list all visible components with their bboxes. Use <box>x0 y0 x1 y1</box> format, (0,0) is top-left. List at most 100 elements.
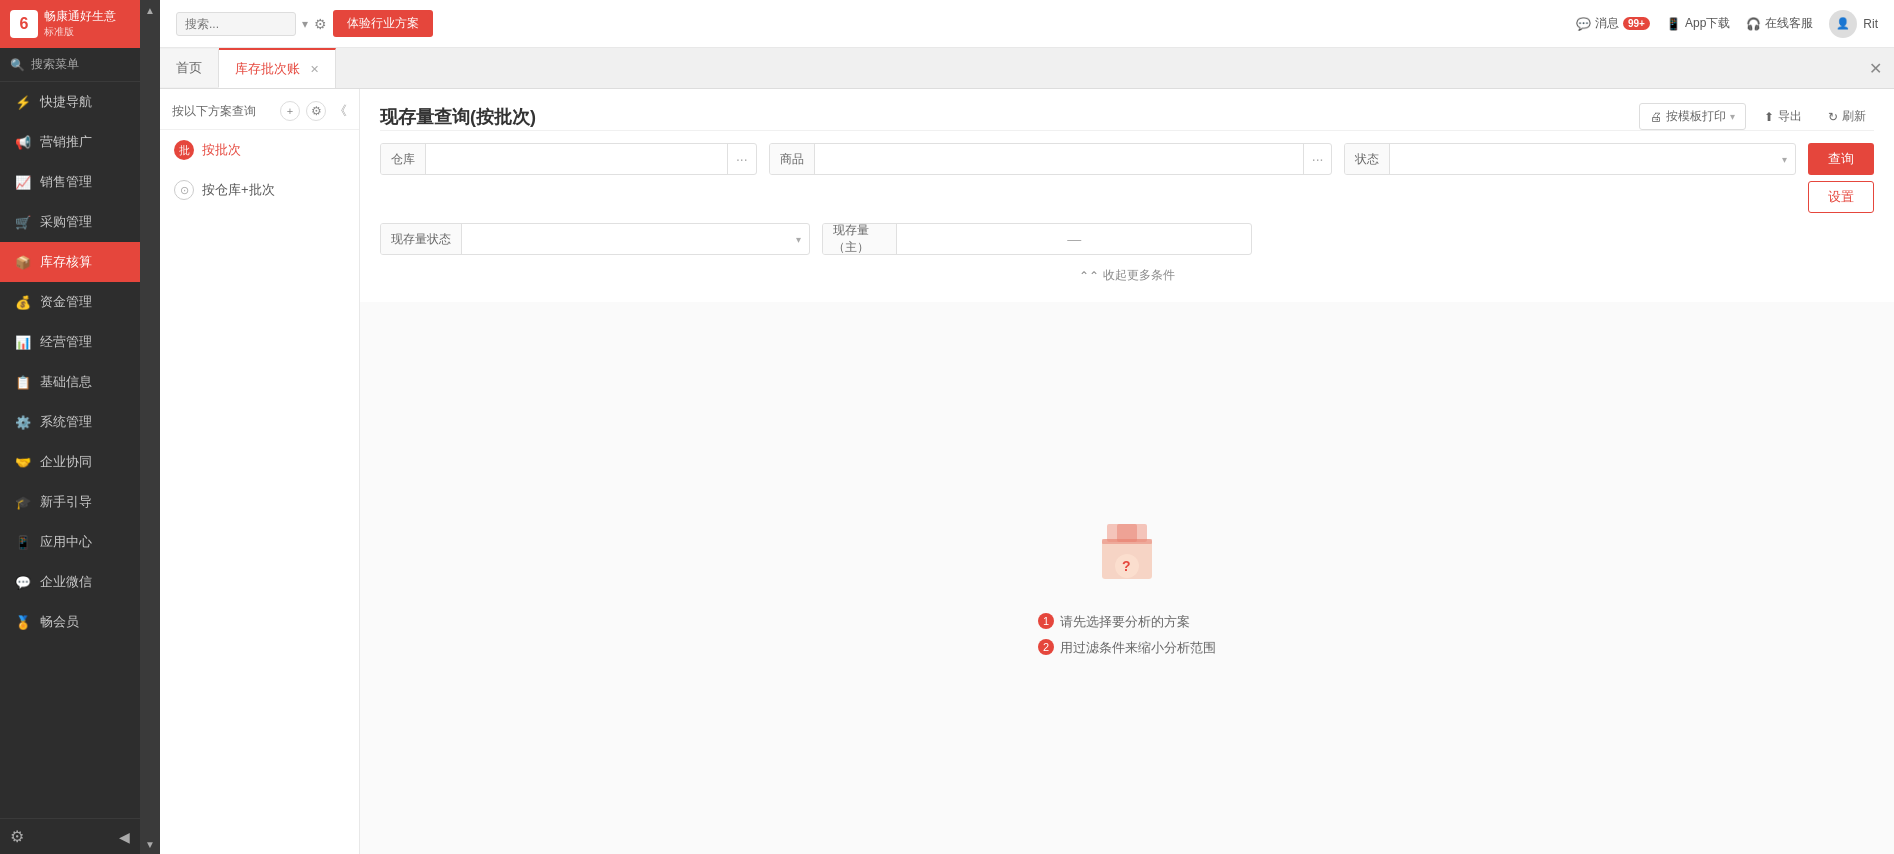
nav-label-marketing: 营销推广 <box>40 133 92 151</box>
refresh-label: 刷新 <box>1842 108 1866 125</box>
sidebar-item-wechat[interactable]: 💬企业微信 <box>0 562 140 602</box>
tab-batch-account-label: 库存批次账 <box>235 60 300 78</box>
print-btn[interactable]: 🖨 按模板打印 ▾ <box>1639 103 1746 130</box>
tabs-bar: 首页 库存批次账 ✕ ✕ <box>160 48 1894 89</box>
sidebar-item-inventory[interactable]: 📦库存核算 <box>0 242 140 282</box>
collapse-panel-btn[interactable]: 《 <box>334 102 347 120</box>
scheme-wh-batch-icon: ⊙ <box>174 180 194 200</box>
add-scheme-btn[interactable]: + <box>280 101 300 121</box>
experience-btn[interactable]: 体验行业方案 <box>333 10 433 37</box>
query-btn[interactable]: 查询 <box>1808 143 1874 175</box>
filter-scheme-by-batch[interactable]: 批 按批次 <box>160 130 359 170</box>
export-icon: ⬆ <box>1764 110 1774 124</box>
topbar-gear-icon[interactable]: ⚙ <box>314 16 327 32</box>
tab-batch-account[interactable]: 库存批次账 ✕ <box>219 48 336 88</box>
sidebar-item-marketing[interactable]: 📢营销推广 <box>0 122 140 162</box>
refresh-icon: ↻ <box>1828 110 1838 124</box>
tip-num-1: 1 <box>1038 613 1054 629</box>
stock-qty-sep: — <box>1063 231 1085 247</box>
svg-text:?: ? <box>1122 558 1131 574</box>
topbar-right: 💬 消息 99+ 📱 App下载 🎧 在线客服 👤 Rit <box>1576 10 1878 38</box>
sidebar-item-system[interactable]: ⚙️系统管理 <box>0 402 140 442</box>
scroll-down-arrow[interactable]: ▼ <box>140 834 160 854</box>
warehouse-more-btn[interactable]: ··· <box>727 144 756 174</box>
page-content: 按以下方案查询 + ⚙ 《 批 按批次 ⊙ 按仓库+批次 现存量查询(按批次) <box>160 89 1894 854</box>
empty-illustration: ? <box>1077 499 1177 599</box>
sidebar-search[interactable]: 🔍 搜索菜单 <box>0 48 140 82</box>
nav-label-basic: 基础信息 <box>40 373 92 391</box>
tab-home[interactable]: 首页 <box>160 49 219 87</box>
sidebar-item-purchase[interactable]: 🛒采购管理 <box>0 202 140 242</box>
nav-icon-appstore: 📱 <box>14 533 32 551</box>
messages-label: 消息 <box>1595 15 1619 32</box>
headset-icon: 🎧 <box>1746 17 1761 31</box>
sidebar-scrollbar: ▲ ▼ <box>140 0 160 854</box>
app-name-block: 畅康通好生意 标准版 <box>44 9 116 39</box>
collapse-sidebar-icon[interactable]: ◀ <box>119 829 130 845</box>
stock-qty-field: 现存量（主） — <box>822 223 1252 255</box>
online-service-btn[interactable]: 🎧 在线客服 <box>1746 15 1813 32</box>
svg-rect-3 <box>1102 539 1152 544</box>
page-title: 现存量查询(按批次) <box>380 105 536 129</box>
stock-qty-label: 现存量（主） <box>823 224 897 254</box>
topbar-search-input[interactable] <box>176 12 296 36</box>
sidebar-item-appstore[interactable]: 📱应用中心 <box>0 522 140 562</box>
sidebar-item-sales[interactable]: 📈销售管理 <box>0 162 140 202</box>
phone-icon: 📱 <box>1666 17 1681 31</box>
collapse-conditions-btn[interactable]: ⌃⌃ 收起更多条件 <box>380 261 1874 290</box>
stock-qty-to-input[interactable] <box>1085 232 1251 246</box>
settings-btn[interactable]: 设置 <box>1808 181 1874 213</box>
nav-icon-sales: 📈 <box>14 173 32 191</box>
warehouse-field: 仓库 ··· <box>380 143 757 175</box>
refresh-btn[interactable]: ↻ 刷新 <box>1820 104 1874 129</box>
nav-icon-operation: 📊 <box>14 333 32 351</box>
message-icon: 💬 <box>1576 17 1591 31</box>
scroll-up-arrow[interactable]: ▲ <box>140 0 160 20</box>
export-label: 导出 <box>1778 108 1802 125</box>
product-input[interactable] <box>815 152 1303 166</box>
messages-btn[interactable]: 💬 消息 99+ <box>1576 15 1650 32</box>
scheme-wh-batch-label: 按仓库+批次 <box>202 181 275 199</box>
user-profile-btn[interactable]: 👤 Rit <box>1829 10 1878 38</box>
app-download-btn[interactable]: 📱 App下载 <box>1666 15 1730 32</box>
sidebar-item-operation[interactable]: 📊经营管理 <box>0 322 140 362</box>
sidebar-item-basic[interactable]: 📋基础信息 <box>0 362 140 402</box>
tab-close-panel[interactable]: ✕ <box>1857 59 1894 78</box>
filter-conditions: 仓库 ··· 商品 ··· 状态 <box>360 131 1894 302</box>
stock-status-label: 现存量状态 <box>381 224 462 254</box>
sidebar-item-member[interactable]: 🏅畅会员 <box>0 602 140 642</box>
header-actions: 🖨 按模板打印 ▾ ⬆ 导出 ↻ 刷新 <box>1639 103 1874 130</box>
status-arrow-icon[interactable]: ▾ <box>1774 144 1795 174</box>
settings-scheme-btn[interactable]: ⚙ <box>306 101 326 121</box>
messages-badge: 99+ <box>1623 17 1650 30</box>
sidebar-item-quick-nav[interactable]: ⚡快捷导航 <box>0 82 140 122</box>
product-more-btn[interactable]: ··· <box>1303 144 1332 174</box>
sidebar-item-newuser[interactable]: 🎓新手引导 <box>0 482 140 522</box>
sidebar-item-finance[interactable]: 💰资金管理 <box>0 282 140 322</box>
sidebar-item-enterprise[interactable]: 🤝企业协同 <box>0 442 140 482</box>
filter-scheme-by-warehouse-batch[interactable]: ⊙ 按仓库+批次 <box>160 170 359 210</box>
print-chevron-icon: ▾ <box>1730 111 1735 122</box>
sidebar: 6 畅康通好生意 标准版 🔍 搜索菜单 ⚡快捷导航📢营销推广📈销售管理🛒采购管理… <box>0 0 140 854</box>
nav-icon-quick-nav: ⚡ <box>14 93 32 111</box>
nav-label-enterprise: 企业协同 <box>40 453 92 471</box>
tab-close-icon[interactable]: ✕ <box>310 63 319 76</box>
status-input[interactable] <box>1390 152 1774 166</box>
user-avatar: 👤 <box>1829 10 1857 38</box>
stock-qty-from-input[interactable] <box>897 232 1063 246</box>
export-btn[interactable]: ⬆ 导出 <box>1756 104 1810 129</box>
stock-status-arrow-icon[interactable]: ▾ <box>788 224 809 254</box>
nav-label-newuser: 新手引导 <box>40 493 92 511</box>
collapse-up-icon: ⌃⌃ <box>1079 269 1099 283</box>
settings-icon[interactable]: ⚙ <box>10 827 24 846</box>
query-actions: 查询 设置 <box>1808 143 1874 213</box>
scheme-batch-icon: 批 <box>174 140 194 160</box>
stock-status-input[interactable] <box>462 232 788 246</box>
tip-num-2: 2 <box>1038 639 1054 655</box>
filter-panel: 按以下方案查询 + ⚙ 《 批 按批次 ⊙ 按仓库+批次 <box>160 89 360 854</box>
nav-icon-inventory: 📦 <box>14 253 32 271</box>
nav-icon-member: 🏅 <box>14 613 32 631</box>
warehouse-input[interactable] <box>426 152 727 166</box>
filter-panel-header: 按以下方案查询 + ⚙ 《 <box>160 89 359 130</box>
empty-tip-1: 1 请先选择要分析的方案 <box>1038 613 1216 631</box>
